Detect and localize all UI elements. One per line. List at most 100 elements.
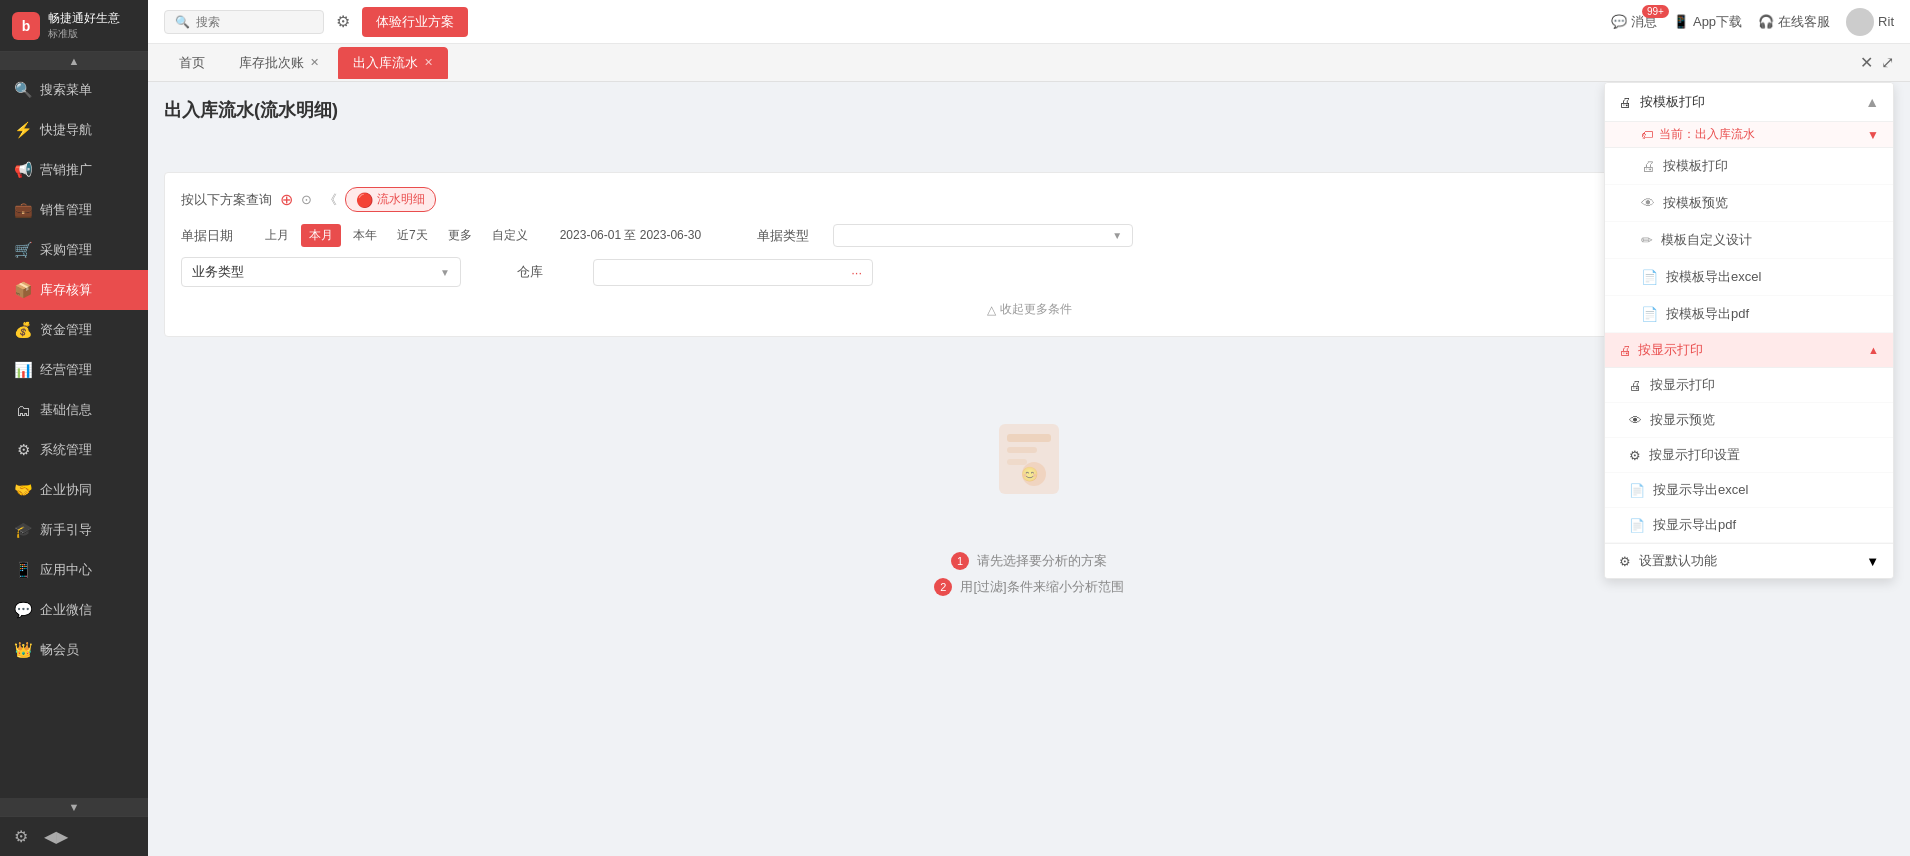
date-tabs: 上月 本月 本年 近7天 更多 自定义 bbox=[257, 224, 536, 247]
download-icon: 📱 bbox=[1673, 14, 1689, 29]
sidebar-scroll-up[interactable]: ▲ bbox=[0, 52, 148, 70]
date-tab-this-year[interactable]: 本年 bbox=[345, 224, 385, 247]
dropdown-item-template-customize[interactable]: ✏ 模板自定义设计 bbox=[1605, 222, 1893, 259]
dropdown-item-display-print[interactable]: 🖨 按显示打印 bbox=[1605, 368, 1893, 403]
sidebar-item-enterprise[interactable]: 🤝 企业协同 bbox=[0, 470, 148, 510]
sidebar-item-inventory[interactable]: 📦 库存核算 bbox=[0, 270, 148, 310]
dropdown-item-template-preview[interactable]: 👁 按模板预览 bbox=[1605, 185, 1893, 222]
printer-icon: 🖨 bbox=[1619, 95, 1632, 110]
cart-icon: 🛒 bbox=[14, 241, 32, 259]
tab-batch-close[interactable]: ✕ bbox=[310, 56, 319, 69]
dropdown-item-template-print[interactable]: 🖨 按模板打印 bbox=[1605, 148, 1893, 185]
message-button[interactable]: 💬 消息 99+ bbox=[1611, 13, 1657, 31]
tab-home[interactable]: 首页 bbox=[164, 47, 220, 79]
sidebar-item-marketing[interactable]: 📢 营销推广 bbox=[0, 150, 148, 190]
dropdown-bottom[interactable]: ⚙ 设置默认功能 ▼ bbox=[1605, 543, 1893, 578]
pdf-icon: 📄 bbox=[1641, 306, 1658, 322]
dropdown-template-print-header[interactable]: 🖨 按模板打印 ▲ bbox=[1605, 83, 1893, 122]
page-content: 出入库流水(流水明细) 🖨 按模板打印 ▲ ··· ⬆ 导出 ↻ 刷新 按以下方… bbox=[148, 82, 1910, 856]
dropdown-item-display-print-settings[interactable]: ⚙ 按显示打印设置 bbox=[1605, 438, 1893, 473]
date-tab-custom[interactable]: 自定义 bbox=[484, 224, 536, 247]
filter-add-button[interactable]: ⊕ bbox=[280, 190, 293, 209]
chevron-down-icon: ▼ bbox=[1112, 230, 1122, 241]
app-download-button[interactable]: 📱 App下载 bbox=[1673, 13, 1742, 31]
filter-setting-button[interactable]: ⊙ bbox=[301, 192, 312, 207]
date-tab-7days[interactable]: 近7天 bbox=[389, 224, 436, 247]
search-icon: 🔍 bbox=[175, 15, 190, 29]
user-avatar bbox=[1846, 8, 1874, 36]
excel-icon: 📄 bbox=[1641, 269, 1658, 285]
tab-flow-close[interactable]: ✕ bbox=[424, 56, 433, 69]
search-icon: 🔍 bbox=[14, 81, 32, 99]
search-input[interactable] bbox=[196, 15, 313, 29]
grad-icon: 🎓 bbox=[14, 521, 32, 539]
chevron-down-icon: ▼ bbox=[1866, 554, 1879, 569]
date-tab-more[interactable]: 更多 bbox=[440, 224, 480, 247]
sidebar-menu: 🔍 搜索菜单 ⚡ 快捷导航 📢 营销推广 💼 销售管理 🛒 采购管理 📦 库存核… bbox=[0, 70, 148, 798]
dropdown-item-display-export-excel[interactable]: 📄 按显示导出excel bbox=[1605, 473, 1893, 508]
dropdown-display-print-header[interactable]: 🖨 按显示打印 ▲ bbox=[1605, 333, 1893, 368]
online-service-button[interactable]: 🎧 在线客服 bbox=[1758, 13, 1830, 31]
empty-hint-2: 2 用[过滤]条件来缩小分析范围 bbox=[934, 578, 1123, 596]
trial-button[interactable]: 体验行业方案 bbox=[362, 7, 468, 37]
empty-hint-1: 1 请先选择要分析的方案 bbox=[951, 552, 1107, 570]
user-profile[interactable]: Rit bbox=[1846, 8, 1894, 36]
svg-rect-2 bbox=[1007, 447, 1037, 453]
doctype-select[interactable]: ▼ bbox=[833, 224, 1133, 247]
sidebar-item-operations[interactable]: 📊 经营管理 bbox=[0, 350, 148, 390]
sidebar-item-guide[interactable]: 🎓 新手引导 bbox=[0, 510, 148, 550]
sidebar-item-vip[interactable]: 👑 畅会员 bbox=[0, 630, 148, 670]
dropdown-item-display-export-pdf[interactable]: 📄 按显示导出pdf bbox=[1605, 508, 1893, 543]
header-search-box[interactable]: 🔍 bbox=[164, 10, 324, 34]
sidebar-item-appcenter[interactable]: 📱 应用中心 bbox=[0, 550, 148, 590]
biztype-select[interactable]: 业务类型 ▼ bbox=[181, 257, 461, 287]
sidebar-toggle-icon[interactable]: ◀▶ bbox=[44, 827, 68, 846]
collapse-button[interactable]: △ 收起更多条件 bbox=[975, 297, 1084, 322]
settings-icon[interactable]: ⚙ bbox=[14, 827, 28, 846]
date-range-input[interactable]: 2023-06-01 至 2023-06-30 bbox=[560, 227, 701, 244]
dropdown-item-display-preview[interactable]: 👁 按显示预览 bbox=[1605, 403, 1893, 438]
printer-icon: 🖨 bbox=[1629, 378, 1642, 393]
tab-batch[interactable]: 库存批次账 ✕ bbox=[224, 47, 334, 79]
message-icon: 💬 bbox=[1611, 14, 1627, 29]
phone-icon: 📱 bbox=[14, 561, 32, 579]
sidebar-item-basic[interactable]: 🗂 基础信息 bbox=[0, 390, 148, 430]
dropdown-current: 🏷 当前：出入库流水 ▼ bbox=[1605, 122, 1893, 148]
sidebar-scroll-down[interactable]: ▼ bbox=[0, 798, 148, 816]
sidebar-item-sales[interactable]: 💼 销售管理 bbox=[0, 190, 148, 230]
tab-expand-icon[interactable]: ⤢ bbox=[1881, 53, 1894, 72]
header-settings-icon[interactable]: ⚙ bbox=[336, 12, 350, 31]
filter-collapse-icon[interactable]: 《 bbox=[324, 191, 337, 209]
sidebar-item-purchase[interactable]: 🛒 采购管理 bbox=[0, 230, 148, 270]
warehouse-more-icon[interactable]: ··· bbox=[851, 265, 862, 280]
date-label: 单据日期 bbox=[181, 227, 241, 245]
edit-icon: ✏ bbox=[1641, 232, 1653, 248]
dropdown-item-template-export-excel[interactable]: 📄 按模板导出excel bbox=[1605, 259, 1893, 296]
chat-icon: 💬 bbox=[14, 601, 32, 619]
sidebar-item-quicknav[interactable]: ⚡ 快捷导航 bbox=[0, 110, 148, 150]
tab-flow[interactable]: 出入库流水 ✕ bbox=[338, 47, 448, 79]
sidebar-item-search[interactable]: 🔍 搜索菜单 bbox=[0, 70, 148, 110]
svg-rect-3 bbox=[1007, 459, 1027, 465]
date-tab-last-month[interactable]: 上月 bbox=[257, 224, 297, 247]
headset-icon: 🎧 bbox=[1758, 14, 1774, 29]
warehouse-select[interactable]: ··· bbox=[593, 259, 873, 286]
printer-icon: 🖨 bbox=[1619, 343, 1632, 358]
sidebar-item-finance[interactable]: 💰 资金管理 bbox=[0, 310, 148, 350]
filter-tag[interactable]: 🔴 流水明细 bbox=[345, 187, 436, 212]
tabs-bar: 首页 库存批次账 ✕ 出入库流水 ✕ ✕ ⤢ bbox=[148, 44, 1910, 82]
app-logo-icon: b bbox=[12, 12, 40, 40]
handshake-icon: 🤝 bbox=[14, 481, 32, 499]
settings-icon: ⚙ bbox=[1629, 448, 1641, 463]
tag-icon: 🏷 bbox=[1641, 128, 1653, 142]
tab-close-all-icon[interactable]: ✕ bbox=[1860, 53, 1873, 72]
date-tab-this-month[interactable]: 本月 bbox=[301, 224, 341, 247]
sidebar-item-system[interactable]: ⚙ 系统管理 bbox=[0, 430, 148, 470]
main-area: 🔍 ⚙ 体验行业方案 💬 消息 99+ 📱 App下载 🎧 在线客服 Rit bbox=[148, 0, 1910, 856]
empty-illustration: 😊 bbox=[979, 409, 1079, 528]
sidebar-item-wxwork[interactable]: 💬 企业微信 bbox=[0, 590, 148, 630]
megaphone-icon: 📢 bbox=[14, 161, 32, 179]
dropdown-item-template-export-pdf[interactable]: 📄 按模板导出pdf bbox=[1605, 296, 1893, 333]
sidebar: b 畅捷通好生意 标准版 ▲ 🔍 搜索菜单 ⚡ 快捷导航 📢 营销推广 💼 销售… bbox=[0, 0, 148, 856]
gear-icon: ⚙ bbox=[14, 441, 32, 459]
